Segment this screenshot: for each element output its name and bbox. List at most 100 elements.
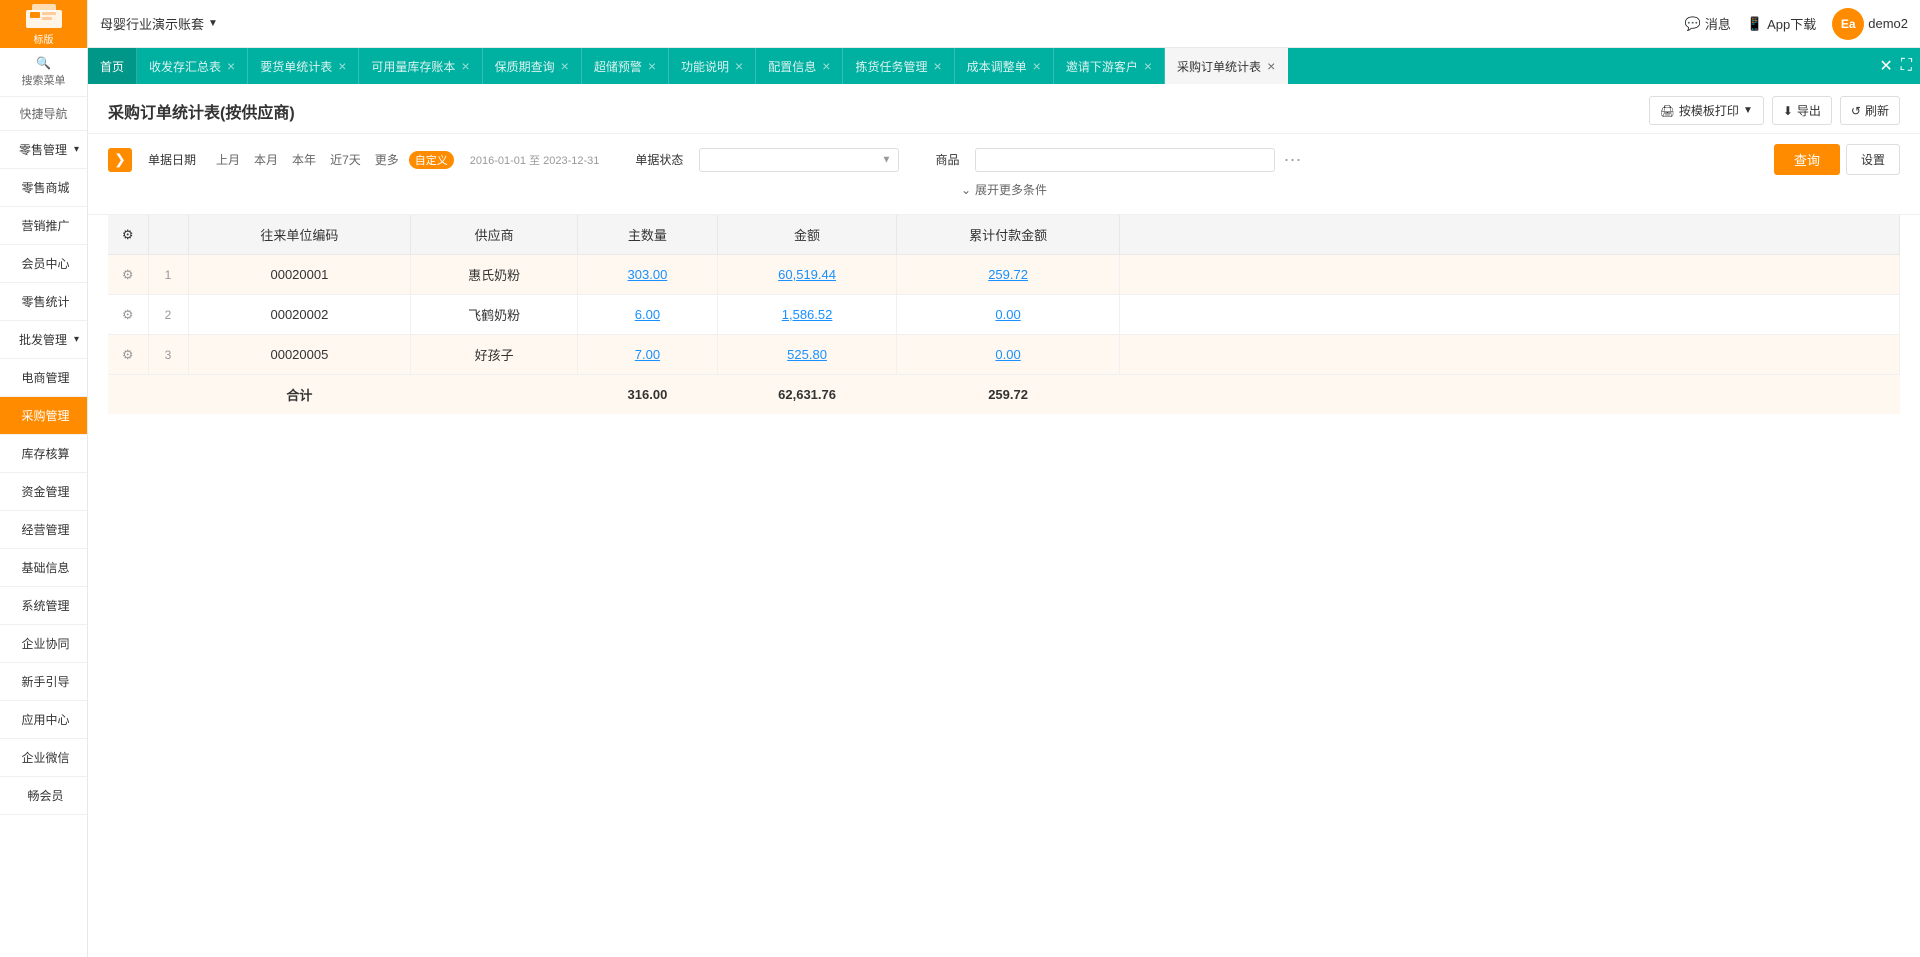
page-header: 采购订单统计表(按供应商) 🖨 按模板打印 ▼ ⬇ 导出 ↺ 刷新 [88, 84, 1920, 134]
avatar: Ea [1832, 8, 1864, 40]
date-btn-this-month[interactable]: 本月 [250, 149, 282, 170]
print-icon: 🖨 [1660, 104, 1675, 118]
row-settings: ⚙ [108, 255, 148, 295]
tab-cost-adjust[interactable]: 成本调整单× [955, 48, 1054, 84]
app-download-btn[interactable]: 📱 App下载 [1747, 14, 1816, 33]
sidebar-item-wholesale[interactable]: 批发管理▾ [0, 321, 87, 359]
sidebar-item-retail-shop[interactable]: 零售商城 [0, 169, 87, 207]
sidebar-item-label: 电商管理 [12, 369, 79, 386]
app-download-label: App下载 [1767, 14, 1816, 33]
sidebar-item-purchase[interactable]: 采购管理 [0, 397, 87, 435]
sidebar-item-member[interactable]: 会员中心 [0, 245, 87, 283]
sidebar-item-retail[interactable]: 零售管理▾ [0, 131, 87, 169]
message-label: 消息 [1705, 14, 1731, 33]
tab-label: 超储预警 [594, 58, 642, 75]
filter-more-btn[interactable]: ··· [1283, 149, 1301, 170]
sidebar-item-retail-stats[interactable]: 零售统计 [0, 283, 87, 321]
close-tab-icon[interactable]: ✕ [1879, 56, 1892, 76]
tab-close-icon[interactable]: × [1144, 59, 1152, 73]
sidebar-item-label: 零售统计 [12, 293, 79, 310]
tab-close-icon[interactable]: × [461, 59, 469, 73]
chevron-icon: ▾ [74, 334, 79, 345]
tab-close-icon[interactable]: × [735, 59, 743, 73]
tab-label: 首页 [100, 58, 124, 75]
footer-label: 合计 [188, 375, 411, 415]
user-menu[interactable]: Ea demo2 [1832, 8, 1908, 40]
sidebar-item-ecommerce[interactable]: 电商管理 [0, 359, 87, 397]
row-seq: 3 [148, 335, 188, 375]
page-title: 采购订单统计表(按供应商) [108, 99, 295, 123]
filter-toggle-btn[interactable]: ❯ [108, 148, 132, 172]
settings-button[interactable]: 设置 [1846, 144, 1900, 175]
sidebar-item-app-center[interactable]: 应用中心 [0, 701, 87, 739]
tab-bar-actions: ✕ ⛶ [1871, 48, 1920, 84]
tab-close-icon[interactable]: × [227, 59, 235, 73]
message-icon: 💬 [1685, 16, 1701, 32]
refresh-button[interactable]: ↺ 刷新 [1840, 96, 1900, 125]
sidebar-item-marketing[interactable]: 营销推广 [0, 207, 87, 245]
sidebar-item-enterprise-wx[interactable]: 企业微信 [0, 739, 87, 777]
settings-icon[interactable]: ⚙ [122, 347, 134, 362]
sidebar-search[interactable]: 🔍 搜索菜单 [0, 48, 87, 97]
tab-pick-task[interactable]: 拣货任务管理× [843, 48, 954, 84]
tab-close-icon[interactable]: × [822, 59, 830, 73]
goods-filter-wrapper: ··· [975, 148, 1301, 172]
sidebar-item-label: 企业协同 [12, 635, 79, 652]
date-btn-this-year[interactable]: 本年 [288, 149, 320, 170]
query-button[interactable]: 查询 [1774, 144, 1840, 175]
tab-home[interactable]: 首页 [88, 48, 137, 84]
tab-goods-stats[interactable]: 要货单统计表× [248, 48, 359, 84]
table-footer-row: 合计 316.00 62,631.76 259.72 [108, 375, 1900, 415]
status-label: 单据状态 [635, 151, 683, 168]
tab-close-icon[interactable]: × [561, 59, 569, 73]
settings-icon[interactable]: ⚙ [122, 307, 134, 322]
col-settings[interactable]: ⚙ [108, 215, 148, 255]
tab-close-icon[interactable]: × [933, 59, 941, 73]
date-btn-7days[interactable]: 近7天 [326, 149, 365, 170]
row-code: 00020002 [188, 295, 411, 335]
message-btn[interactable]: 💬 消息 [1685, 14, 1731, 33]
chevron-down-icon: ⌄ [961, 183, 971, 197]
tab-label: 配置信息 [768, 58, 816, 75]
sidebar-item-operations[interactable]: 经营管理 [0, 511, 87, 549]
tab-purchase-stats[interactable]: 采购订单统计表× [1165, 48, 1288, 84]
date-btn-more[interactable]: 更多 [371, 149, 403, 170]
sidebar-item-new-guide[interactable]: 新手引导 [0, 663, 87, 701]
export-button[interactable]: ⬇ 导出 [1772, 96, 1832, 125]
tab-invite-downstream[interactable]: 邀请下游客户× [1054, 48, 1165, 84]
tab-expiry-query[interactable]: 保质期查询× [483, 48, 582, 84]
row-extra [1120, 335, 1900, 375]
sidebar-item-label: 基础信息 [12, 559, 79, 576]
goods-input[interactable] [975, 148, 1275, 172]
table-container: ⚙ 往来单位编码 供应商 主数量 金额 累计付款金额 ⚙ 1 [88, 215, 1920, 434]
row-qty: 6.00 [577, 295, 717, 335]
footer-qty: 316.00 [577, 375, 717, 415]
tab-usable-stock[interactable]: 可用量库存账本× [359, 48, 482, 84]
sidebar-item-vip[interactable]: 畅会员 [0, 777, 87, 815]
download-icon: 📱 [1747, 16, 1763, 32]
sidebar-item-inventory[interactable]: 库存核算 [0, 435, 87, 473]
date-btn-last-month[interactable]: 上月 [212, 149, 244, 170]
sidebar-item-system[interactable]: 系统管理 [0, 587, 87, 625]
tab-close-icon[interactable]: × [338, 59, 346, 73]
expand-conditions-btn[interactable]: ⌄ 展开更多条件 [108, 175, 1900, 204]
template-print-button[interactable]: 🖨 按模板打印 ▼ [1649, 96, 1764, 125]
maximize-icon[interactable]: ⛶ [1901, 57, 1912, 75]
tab-close-icon[interactable]: × [648, 59, 656, 73]
content-area: 采购订单统计表(按供应商) 🖨 按模板打印 ▼ ⬇ 导出 ↺ 刷新 [88, 84, 1920, 957]
tab-close-icon[interactable]: × [1267, 59, 1275, 73]
row-settings: ⚙ [108, 295, 148, 335]
tab-overstock-warning[interactable]: 超储预警 × [582, 48, 669, 84]
tab-close-icon[interactable]: × [1033, 59, 1041, 73]
sidebar-item-basic-info[interactable]: 基础信息 [0, 549, 87, 587]
tab-receive-send[interactable]: 收发存汇总表× [137, 48, 248, 84]
tab-config-info[interactable]: 配置信息 × [756, 48, 843, 84]
workspace-selector[interactable]: 母婴行业演示账套 ▼ [100, 14, 218, 33]
settings-icon[interactable]: ⚙ [122, 267, 134, 282]
status-select[interactable] [699, 148, 899, 172]
sidebar-item-enterprise[interactable]: 企业协同 [0, 625, 87, 663]
tab-func-desc[interactable]: 功能说明× [669, 48, 756, 84]
quick-nav[interactable]: 快捷导航 [0, 97, 87, 131]
sidebar-item-finance[interactable]: 资金管理 [0, 473, 87, 511]
date-custom-badge[interactable]: 自定义 [409, 151, 454, 169]
